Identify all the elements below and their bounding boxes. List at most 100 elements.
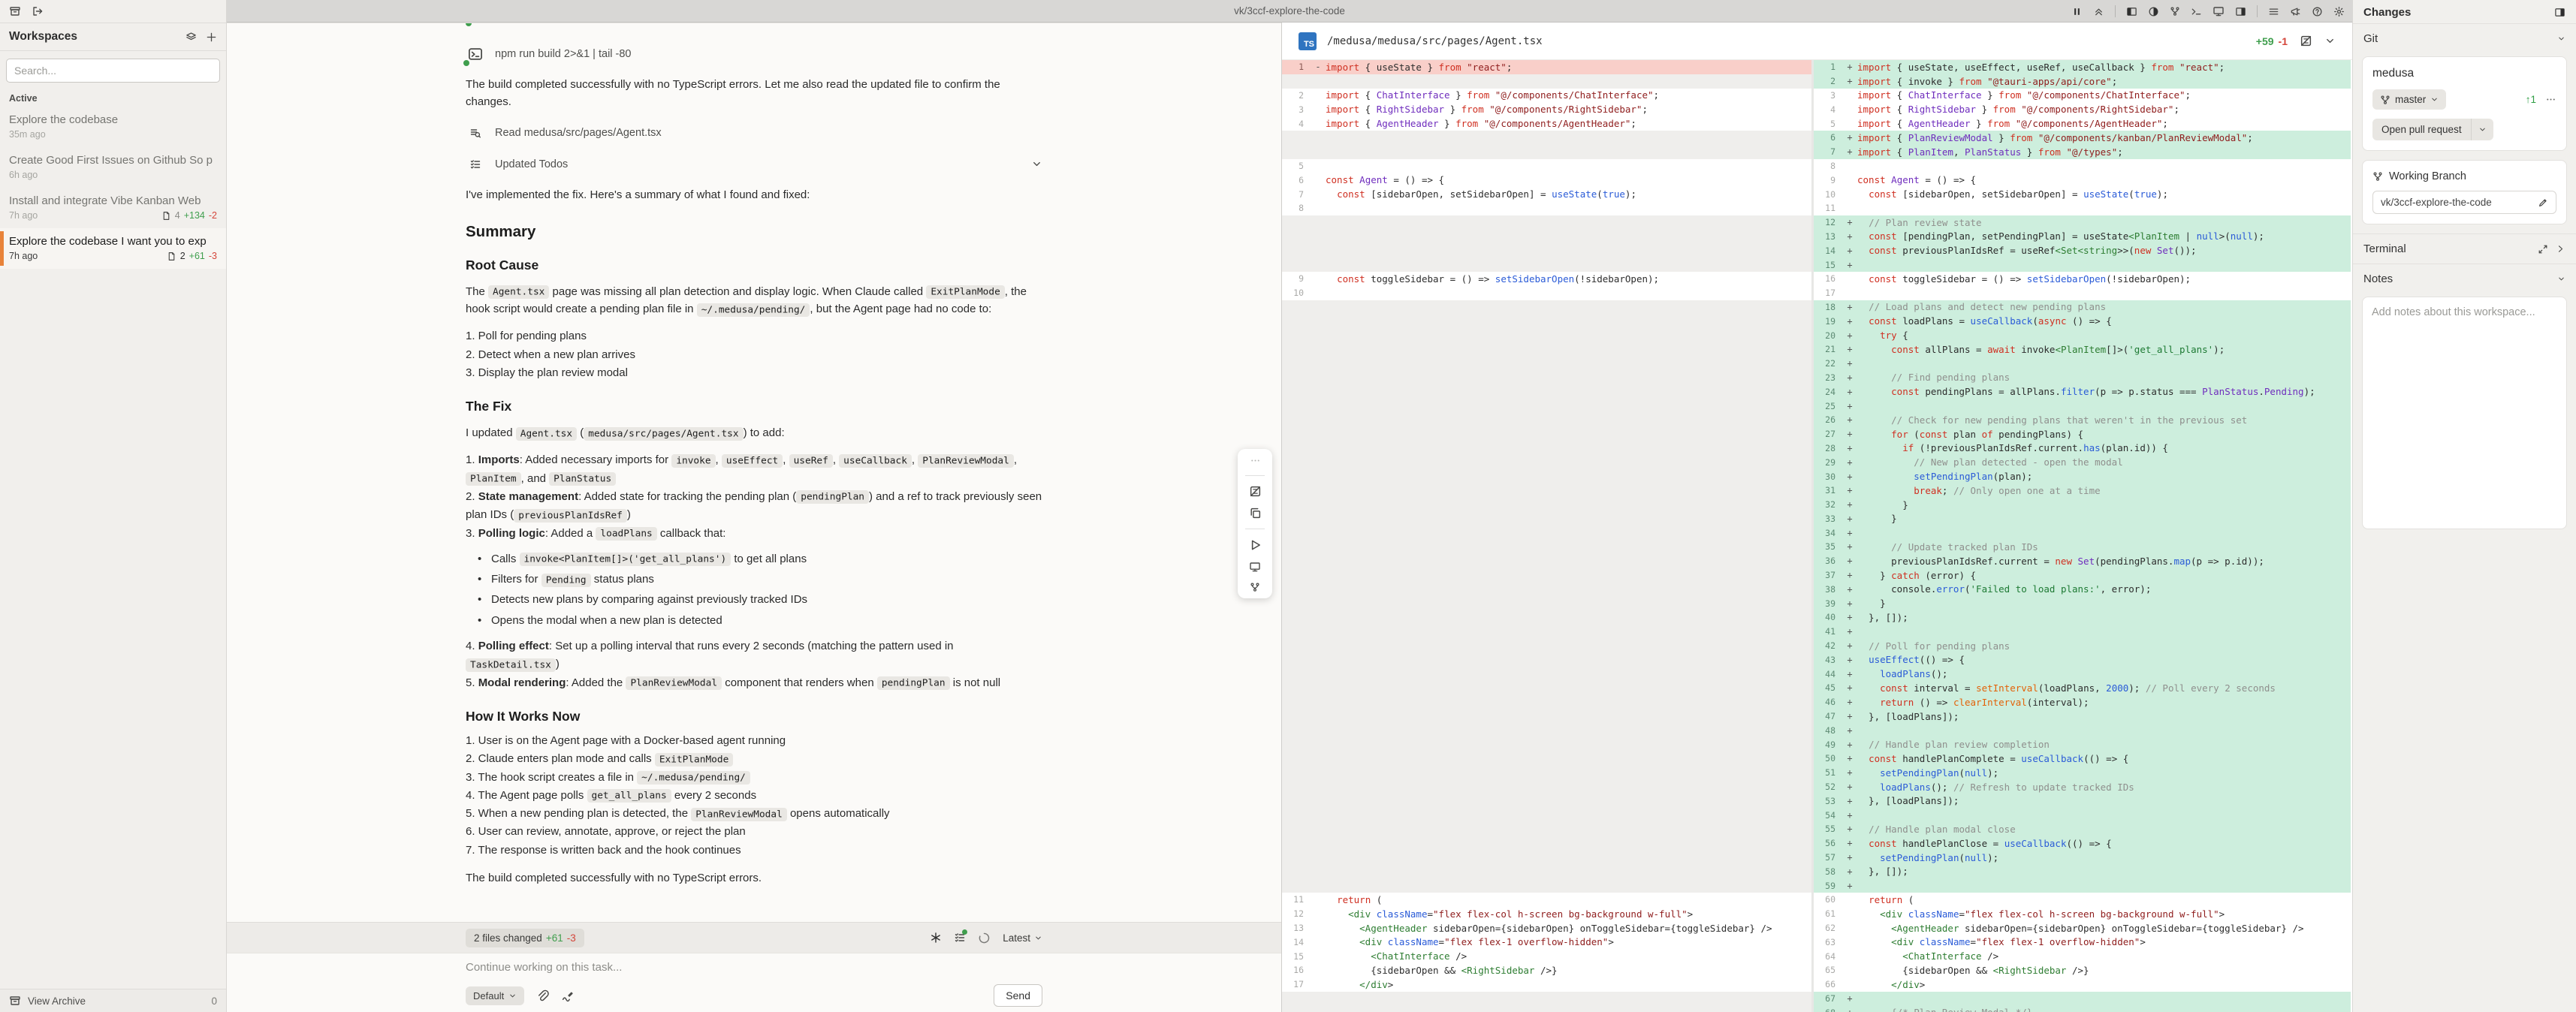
divider <box>2257 5 2258 17</box>
diff-line <box>1282 667 1811 681</box>
chat-scroll-area[interactable]: npm run build 2>&1 | tail -80 The build … <box>227 23 1281 922</box>
inline-code: Agent.tsx <box>516 427 577 441</box>
todos-checklist-icon[interactable] <box>954 932 966 944</box>
diff-split-view[interactable]: 1-import { useState } from "react";2impo… <box>1282 60 2352 1012</box>
edit-pencil-icon[interactable] <box>2538 197 2548 208</box>
collapse-sidebar-icon[interactable] <box>32 5 44 17</box>
working-branch-input[interactable]: vk/3ccf-explore-the-code <box>2372 191 2556 214</box>
panel-right-icon[interactable] <box>2554 7 2565 18</box>
view-archive-row[interactable]: View Archive 0 <box>0 989 226 1012</box>
layers-icon[interactable] <box>186 32 197 43</box>
diff-viewer: TS /medusa/medusa/src/pages/Agent.tsx +5… <box>1281 23 2352 1012</box>
more-options-icon[interactable] <box>2545 94 2556 105</box>
tool-call-read[interactable]: Read medusa/src/pages/Agent.tsx <box>466 123 1042 143</box>
diff-line <box>1282 737 1811 751</box>
copy-icon[interactable] <box>1249 507 1262 520</box>
settings-gear-icon[interactable] <box>2333 6 2345 17</box>
inline-code: Agent.tsx <box>488 285 549 299</box>
diff-line <box>1282 851 1811 865</box>
menu-icon[interactable] <box>2268 6 2279 17</box>
numbered-list-item: 4. Polling effect: Set up a polling inte… <box>466 637 1042 674</box>
workspace-item[interactable]: Explore the codebase 35m ago <box>0 107 226 147</box>
inline-code: useCallback <box>839 454 912 468</box>
diff-view-icon[interactable] <box>1249 485 1262 498</box>
panel-left-icon[interactable] <box>2126 6 2137 17</box>
theme-contrast-icon[interactable] <box>2148 6 2159 17</box>
mode-dropdown[interactable]: Default <box>466 986 524 1005</box>
diff-line <box>1282 751 1811 766</box>
diff-line: 3import { RightSidebar } from "@/compone… <box>1282 102 1811 116</box>
diff-line: 29+ // New plan detected - open the moda… <box>1814 455 2351 469</box>
tool-call-label: Updated Todos <box>495 158 568 170</box>
chevron-down-icon[interactable] <box>1031 158 1042 170</box>
dictate-pen-icon[interactable] <box>561 989 574 1002</box>
archive-box-icon[interactable] <box>9 5 21 17</box>
tool-call-todos[interactable]: Updated Todos <box>466 155 1042 174</box>
notes-textarea[interactable]: Add notes about this workspace... <box>2362 297 2567 529</box>
terminal-tool-icon <box>468 47 483 62</box>
git-branch-icon[interactable] <box>1250 582 1260 592</box>
tool-call-label: Read medusa/src/pages/Agent.tsx <box>495 127 662 139</box>
workspace-item[interactable]: Explore the codebase I want you to exp 7… <box>0 228 226 269</box>
collapse-up-icon[interactable] <box>2093 6 2104 17</box>
inline-code: TaskDetail.tsx <box>466 658 556 672</box>
pause-icon[interactable] <box>2071 6 2083 17</box>
tool-call-terminal[interactable]: npm run build 2>&1 | tail -80 <box>466 44 1042 64</box>
branch-selector[interactable]: master <box>2372 89 2446 110</box>
diff-line: 56+ const handlePlanClose = useCallback(… <box>1814 836 2351 851</box>
git-section-header[interactable]: Git <box>2353 23 2576 53</box>
numbered-list-item: 4. The Agent page polls get_all_plans ev… <box>466 787 1042 805</box>
diff-line: 61 <div className="flex flex-col h-scree… <box>1814 907 2351 921</box>
diff-line <box>1282 639 1811 653</box>
terminal-section-header[interactable]: Terminal <box>2353 233 2576 264</box>
diff-line <box>1282 625 1811 639</box>
monitor-icon[interactable] <box>2213 5 2225 17</box>
workspace-item[interactable]: Install and integrate Vibe Kanban Web 7h… <box>0 188 226 228</box>
files-changed-pill[interactable]: 2 files changed +61 -3 <box>466 929 584 947</box>
diff-line: 58+ }, []); <box>1814 864 2351 878</box>
diff-line <box>1282 314 1811 328</box>
diff-line: 62 <AgentHeader sidebarOpen={sidebarOpen… <box>1814 921 2351 935</box>
diff-line: 5import { AgentHeader } from "@/componen… <box>1814 116 2351 131</box>
notes-section-header[interactable]: Notes <box>2353 264 2576 294</box>
workspace-item[interactable]: Create Good First Issues on Github So p … <box>0 147 226 188</box>
numbered-list-item: 3. Polling logic: Added a loadPlans call… <box>466 525 1042 543</box>
diff-line: 35+ // Update tracked plan IDs <box>1814 540 2351 554</box>
diff-line: 13+ const [pendingPlan, setPendingPlan] … <box>1814 230 2351 244</box>
diff-line: 25+ <box>1814 399 2351 413</box>
diff-line: 10 <box>1282 286 1811 300</box>
diff-line: 6+import { PlanReviewModal } from "@/com… <box>1814 131 2351 145</box>
diff-line <box>1282 695 1811 709</box>
git-branch-icon[interactable] <box>2170 6 2180 17</box>
expand-icon[interactable] <box>2538 244 2548 255</box>
diff-line: 2import { ChatInterface } from "@/compon… <box>1282 89 1811 103</box>
attach-paperclip-icon[interactable] <box>536 989 549 1002</box>
todos-tool-icon <box>469 158 481 170</box>
terminal-icon[interactable] <box>2191 6 2202 17</box>
latest-dropdown[interactable]: Latest <box>1003 932 1042 944</box>
view-archive-label: View Archive <box>28 995 86 1007</box>
feedback-megaphone-icon[interactable] <box>2290 6 2301 17</box>
add-workspace-icon[interactable] <box>206 32 217 43</box>
diff-line: 49+ // Handle plan review completion <box>1814 737 2351 751</box>
collapse-file-chevron-icon[interactable] <box>2324 35 2336 47</box>
diff-line: 8 <box>1282 201 1811 215</box>
diff-line: 47+ }, [loadPlans]); <box>1814 709 2351 724</box>
help-icon[interactable] <box>2312 6 2323 17</box>
drag-handle-icon[interactable] <box>1250 455 1261 466</box>
run-play-icon[interactable] <box>1248 538 1262 552</box>
send-button[interactable]: Send <box>994 984 1042 1007</box>
search-input[interactable] <box>6 59 220 83</box>
workspaces-sidebar: Workspaces Active Explore the codebase 3… <box>0 0 227 1012</box>
open-pull-request-button[interactable]: Open pull request <box>2372 119 2493 140</box>
panel-right-icon[interactable] <box>2235 6 2246 17</box>
context-asterisk-icon[interactable] <box>930 932 942 944</box>
chevron-down-icon <box>2557 35 2565 43</box>
message-input[interactable]: Continue working on this task... <box>466 961 1042 974</box>
preview-monitor-icon[interactable] <box>1249 561 1261 573</box>
caret-right-icon[interactable] <box>2556 244 2565 254</box>
assistant-paragraph: I've implemented the fix. Here's a summa… <box>466 186 1042 203</box>
diff-view-icon[interactable] <box>2300 35 2312 47</box>
inline-code: pendingPlan <box>796 490 869 504</box>
diff-line <box>1282 568 1811 583</box>
